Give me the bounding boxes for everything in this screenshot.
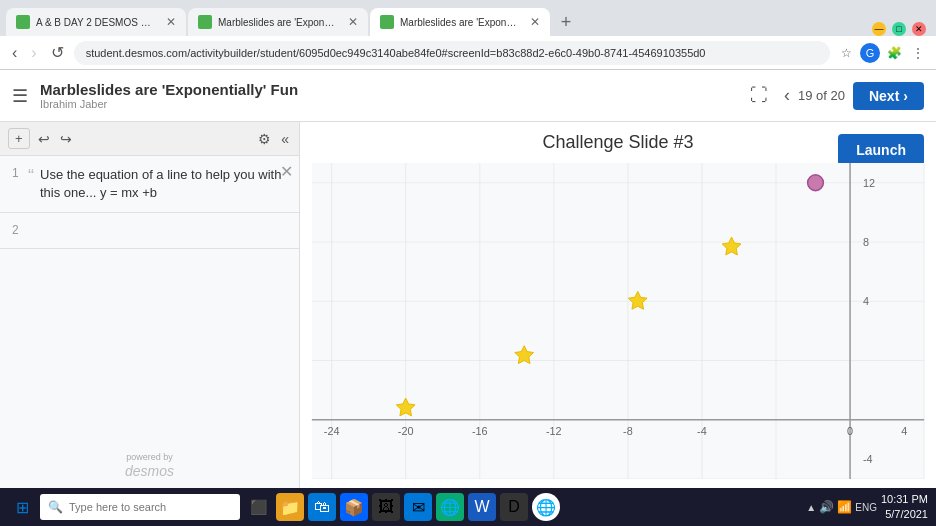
taskbar-search-bar[interactable]: 🔍 xyxy=(40,494,240,520)
app-title: Marbleslides are 'Exponentially' Fun xyxy=(40,81,750,98)
tab-2[interactable]: Marbleslides are 'Exponentially' Fun ✕ xyxy=(188,8,368,36)
taskbar-photos[interactable]: 🖼 xyxy=(372,493,400,521)
panel-item-1-num: 1 xyxy=(12,166,28,202)
tab-bar: A & B DAY 2 DESMOS CW/HW: ... ✕ Marblesl… xyxy=(0,0,936,36)
panel-item-1-quote: “ xyxy=(28,166,34,202)
taskbar: ⊞ 🔍 ⬛ 📁 🛍 📦 🖼 ✉ 🌐 W D 🌐 ▲ 🔊 📶 ENG xyxy=(0,488,936,526)
svg-text:4: 4 xyxy=(863,295,869,307)
maximize-button[interactable]: □ xyxy=(892,22,906,36)
panel-item-1-close[interactable]: ✕ xyxy=(280,162,293,181)
address-bar-row: ‹ › ↺ ☆ G 🧩 ⋮ xyxy=(0,36,936,70)
svg-text:12: 12 xyxy=(863,177,875,189)
svg-text:-12: -12 xyxy=(546,425,562,437)
svg-text:-4: -4 xyxy=(697,425,707,437)
svg-text:-16: -16 xyxy=(472,425,488,437)
tab-3-label: Marbleslides are 'Exponentially' Fun xyxy=(400,17,520,28)
taskbar-dropbox[interactable]: 📦 xyxy=(340,493,368,521)
panel-item-1-text: Use the equation of a line to help you w… xyxy=(40,166,287,202)
svg-text:-20: -20 xyxy=(398,425,414,437)
menu-icon[interactable]: ☰ xyxy=(12,85,28,107)
taskbar-edge[interactable]: 🌐 xyxy=(436,493,464,521)
taskbar-sys-icons: ▲ 🔊 📶 ENG xyxy=(806,500,877,514)
tab-3-favicon xyxy=(380,15,394,29)
browser-chrome: A & B DAY 2 DESMOS CW/HW: ... ✕ Marblesl… xyxy=(0,0,936,526)
tab-2-label: Marbleslides are 'Exponentially' Fun xyxy=(218,17,338,28)
forward-button[interactable]: › xyxy=(27,42,40,64)
svg-text:-8: -8 xyxy=(623,425,633,437)
svg-text:-24: -24 xyxy=(324,425,340,437)
svg-text:0: 0 xyxy=(847,425,853,437)
task-view-icon[interactable]: ⬛ xyxy=(244,493,272,521)
settings-icon[interactable]: ⚙ xyxy=(256,129,273,149)
collapse-panel-button[interactable]: « xyxy=(279,129,291,149)
panel-content: 1 “ Use the equation of a line to help y… xyxy=(0,156,299,249)
panel-item-2: 2 xyxy=(0,213,299,249)
tab-1[interactable]: A & B DAY 2 DESMOS CW/HW: ... ✕ xyxy=(6,8,186,36)
taskbar-word[interactable]: W xyxy=(468,493,496,521)
next-label: Next xyxy=(869,88,899,104)
tab-1-favicon xyxy=(16,15,30,29)
powered-by: powered by desmos xyxy=(0,452,299,480)
profile-icon[interactable]: G xyxy=(860,43,880,63)
graph-svg: -24 -20 -16 -12 -8 -4 0 4 12 8 4 -4 xyxy=(300,163,936,479)
start-button[interactable]: ⊞ xyxy=(8,493,36,521)
taskbar-right: ▲ 🔊 📶 ENG 10:31 PM 5/7/2021 xyxy=(806,492,928,523)
toolbar-icons: ☆ G 🧩 ⋮ xyxy=(836,43,928,63)
redo-button[interactable]: ↪ xyxy=(58,129,74,149)
back-button[interactable]: ‹ xyxy=(8,42,21,64)
undo-button[interactable]: ↩ xyxy=(36,129,52,149)
tab-2-favicon xyxy=(198,15,212,29)
eng-label: ENG xyxy=(855,502,877,513)
taskbar-chrome[interactable]: 🌐 xyxy=(532,493,560,521)
tab-3-close[interactable]: ✕ xyxy=(530,15,540,29)
extension-icon[interactable]: 🧩 xyxy=(884,43,904,63)
app-title-block: Marbleslides are 'Exponentially' Fun Ibr… xyxy=(40,81,750,110)
new-tab-button[interactable]: + xyxy=(552,8,580,36)
graph-container: -24 -20 -16 -12 -8 -4 0 4 12 8 4 -4 xyxy=(300,163,936,479)
close-button[interactable]: ✕ xyxy=(912,22,926,36)
tab-3[interactable]: Marbleslides are 'Exponentially' Fun ✕ xyxy=(370,8,550,36)
taskbar-desmos[interactable]: D xyxy=(500,493,528,521)
tab-1-label: A & B DAY 2 DESMOS CW/HW: ... xyxy=(36,17,156,28)
reload-button[interactable]: ↺ xyxy=(47,41,68,64)
date: 5/7/2021 xyxy=(881,507,928,522)
prev-page-button[interactable]: ‹ xyxy=(784,85,790,106)
svg-text:4: 4 xyxy=(901,425,907,437)
desmos-logo: desmos xyxy=(125,463,174,479)
svg-text:-4: -4 xyxy=(863,453,873,465)
next-arrow-icon: › xyxy=(903,88,908,104)
bookmark-icon[interactable]: ☆ xyxy=(836,43,856,63)
panel-item-1: 1 “ Use the equation of a line to help y… xyxy=(0,156,299,213)
taskbar-search-input[interactable] xyxy=(69,501,209,513)
main-content: + ↩ ↪ ⚙ « 1 “ Use the equation of a line… xyxy=(0,122,936,488)
page-count: 19 of 20 xyxy=(798,88,845,103)
powered-by-text: powered by xyxy=(0,452,299,462)
marble xyxy=(808,175,824,191)
app-subtitle: Ibrahim Jaber xyxy=(40,98,750,110)
left-panel: + ↩ ↪ ⚙ « 1 “ Use the equation of a line… xyxy=(0,122,300,488)
taskbar-store[interactable]: 🛍 xyxy=(308,493,336,521)
panel-toolbar: + ↩ ↪ ⚙ « xyxy=(0,122,299,156)
add-expression-button[interactable]: + xyxy=(8,128,30,149)
fullscreen-icon[interactable]: ⛶ xyxy=(750,85,768,106)
address-bar[interactable] xyxy=(74,41,830,65)
minimize-button[interactable]: — xyxy=(872,22,886,36)
taskbar-mail[interactable]: ✉ xyxy=(404,493,432,521)
launch-button[interactable]: Launch xyxy=(838,134,924,166)
taskbar-file-explorer[interactable]: 📁 xyxy=(276,493,304,521)
panel-item-2-num: 2 xyxy=(12,223,28,238)
tab-1-close[interactable]: ✕ xyxy=(166,15,176,29)
more-icon[interactable]: ⋮ xyxy=(908,43,928,63)
next-button[interactable]: Next › xyxy=(853,82,924,110)
svg-text:8: 8 xyxy=(863,236,869,248)
graph-area: Challenge Slide #3 Launch xyxy=(300,122,936,488)
taskbar-time: 10:31 PM 5/7/2021 xyxy=(881,492,928,523)
clock: 10:31 PM xyxy=(881,492,928,507)
app-header: ☰ Marbleslides are 'Exponentially' Fun I… xyxy=(0,70,936,122)
pagination: ‹ 19 of 20 Next › xyxy=(784,82,924,110)
tab-2-close[interactable]: ✕ xyxy=(348,15,358,29)
